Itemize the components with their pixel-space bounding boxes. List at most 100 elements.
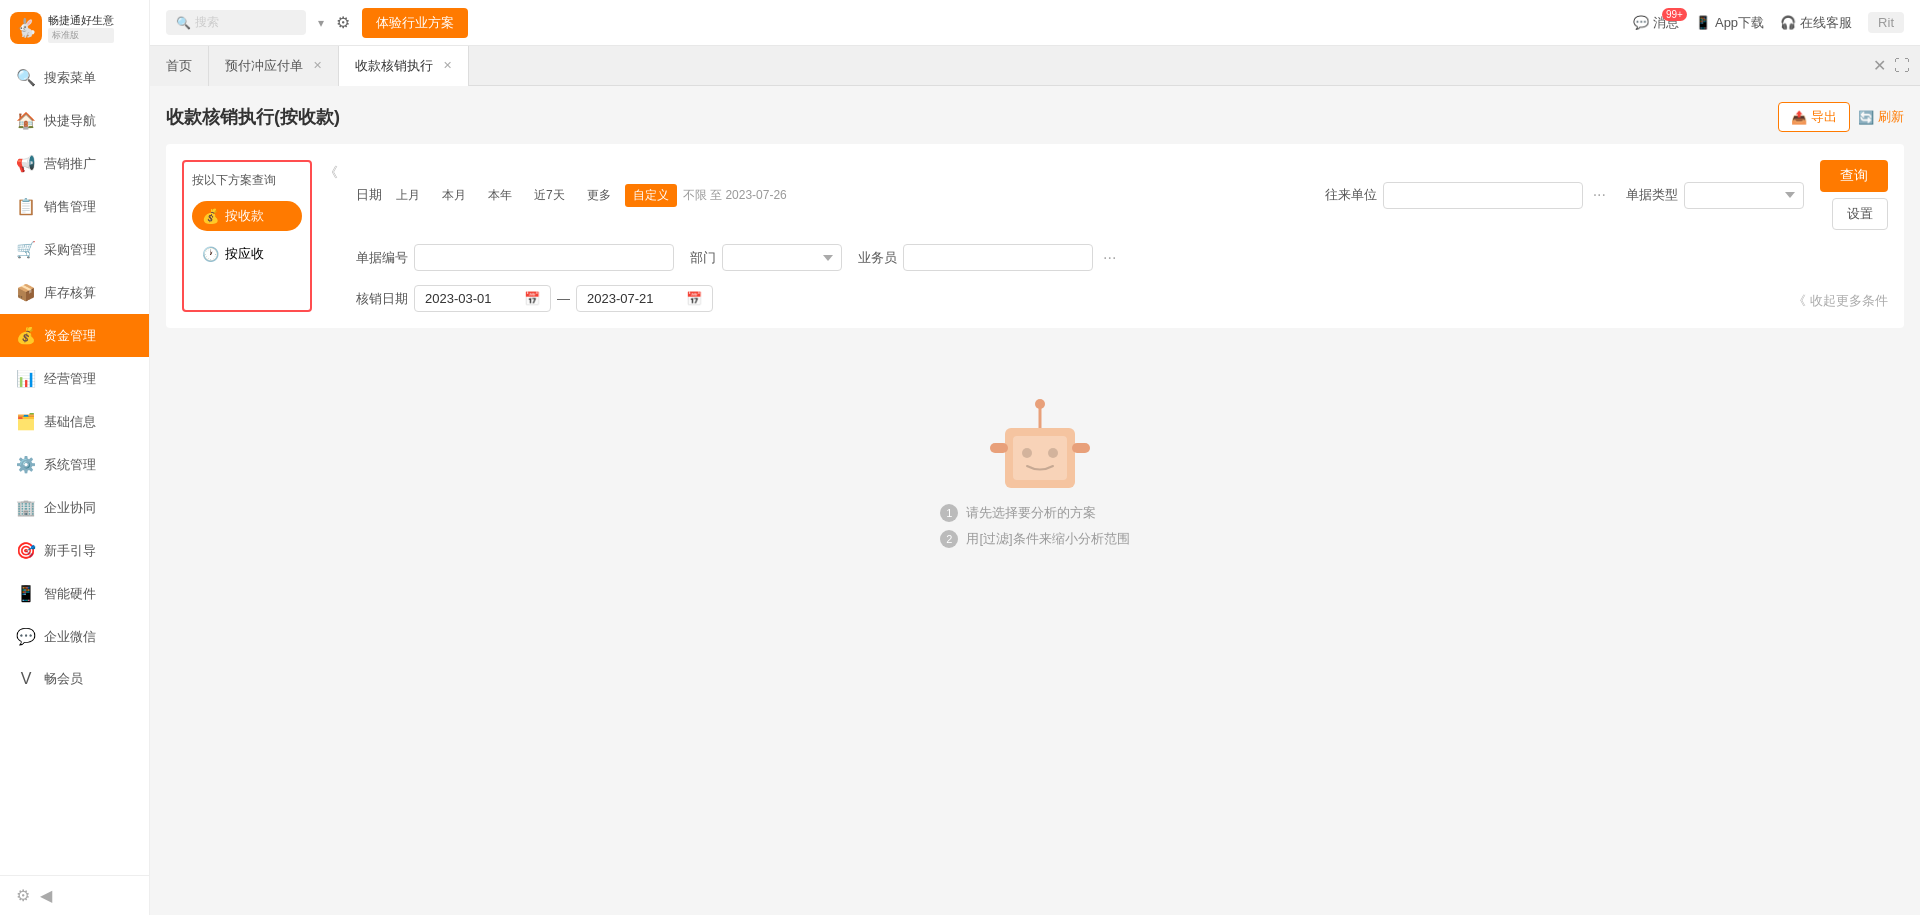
dept-select[interactable] xyxy=(722,244,842,271)
tab-close-all-btn[interactable]: ✕ xyxy=(1873,56,1886,75)
topbar-chevron-icon[interactable]: ▾ xyxy=(318,16,324,30)
sidebar-item-operation[interactable]: 📊 经营管理 xyxy=(0,357,149,400)
page-header: 收款核销执行(按收款) 📤 导出 🔄 刷新 xyxy=(166,102,1904,132)
msg-icon: 💬 xyxy=(1633,15,1649,30)
refresh-icon: 🔄 xyxy=(1858,110,1874,125)
empty-texts: 1 请先选择要分析的方案 2 用[过滤]条件来缩小分析范围 xyxy=(940,504,1129,548)
writeoff-date-label: 核销日期 xyxy=(356,290,408,308)
tab-home[interactable]: 首页 xyxy=(150,46,209,86)
sidebar-label-quicknav: 快捷导航 xyxy=(44,112,96,130)
sidebar-item-marketing[interactable]: 📢 营销推广 xyxy=(0,142,149,185)
date-btn-last-month[interactable]: 上月 xyxy=(388,184,428,207)
writeoff-end-cal-icon[interactable]: 📅 xyxy=(686,291,702,306)
topbar-gear-icon[interactable]: ⚙ xyxy=(336,13,350,32)
writeoff-date-range: 📅 — 📅 xyxy=(414,285,713,312)
sidebar-item-vip[interactable]: V 畅会员 xyxy=(0,658,149,700)
date-no-limit: 不限 至 2023-07-26 xyxy=(683,187,787,204)
sidebar-item-quicknav[interactable]: 🏠 快捷导航 xyxy=(0,99,149,142)
query-btn[interactable]: 查询 xyxy=(1820,160,1888,192)
writeoff-date-start-wrap: 📅 xyxy=(414,285,551,312)
sidebar-item-sales[interactable]: 📋 销售管理 xyxy=(0,185,149,228)
sidebar-item-hardware[interactable]: 📱 智能硬件 xyxy=(0,572,149,615)
billno-input[interactable] xyxy=(414,244,674,271)
marketing-icon: 📢 xyxy=(16,154,36,173)
filter-billtype-group: 单据类型 xyxy=(1626,182,1804,209)
topbar-user[interactable]: Rit xyxy=(1868,12,1904,33)
tab-home-label: 首页 xyxy=(166,57,192,75)
tab-prepay[interactable]: 预付冲应付单 ✕ xyxy=(209,46,339,86)
sidebar-item-finance[interactable]: 💰 资金管理 xyxy=(0,314,149,357)
svg-point-2 xyxy=(1022,448,1032,458)
sidebar-collapse-icon[interactable]: ◀ xyxy=(40,886,52,905)
svg-rect-7 xyxy=(1072,443,1090,453)
empty-hint-2: 2 用[过滤]条件来缩小分析范围 xyxy=(940,530,1129,548)
sidebar-label-sales: 销售管理 xyxy=(44,198,96,216)
export-btn[interactable]: 📤 导出 xyxy=(1778,102,1850,132)
msg-badge: 99+ xyxy=(1662,8,1687,21)
date-btn-this-year[interactable]: 本年 xyxy=(480,184,520,207)
sidebar-item-purchase[interactable]: 🛒 采购管理 xyxy=(0,228,149,271)
main-area: 🔍 搜索 ▾ ⚙ 体验行业方案 💬 消息 99+ 📱 App下载 🎧 在线客服 … xyxy=(150,0,1920,915)
filter-row-2: 单据编号 部门 业务员 ··· xyxy=(356,244,1888,271)
date-btn-custom[interactable]: 自定义 xyxy=(625,184,677,207)
filter-writeoff-date-group: 核销日期 📅 — 📅 xyxy=(356,285,713,312)
sidebar: 🐇 畅捷通好生意 标准版 🔍 搜索菜单 🏠 快捷导航 📢 营销推广 📋 销售管理… xyxy=(0,0,150,915)
sidebar-item-wechat[interactable]: 💬 企业微信 xyxy=(0,615,149,658)
tab-expand-btn[interactable]: ⛶ xyxy=(1894,57,1910,75)
basic-icon: 🗂️ xyxy=(16,412,36,431)
filter-collapse-btn[interactable]: 《 xyxy=(324,160,344,312)
salesperson-more-icon[interactable]: ··· xyxy=(1099,249,1120,267)
sidebar-item-system[interactable]: ⚙️ 系统管理 xyxy=(0,443,149,486)
svg-point-5 xyxy=(1035,399,1045,409)
hardware-icon: 📱 xyxy=(16,584,36,603)
page-actions: 📤 导出 🔄 刷新 xyxy=(1778,102,1904,132)
sidebar-label-purchase: 采购管理 xyxy=(44,241,96,259)
sidebar-footer: ⚙ ◀ xyxy=(0,875,149,915)
counterpart-label: 往来单位 xyxy=(1325,186,1377,204)
topbar-service[interactable]: 🎧 在线客服 xyxy=(1780,14,1852,32)
sidebar-item-enterprise[interactable]: 🏢 企业协同 xyxy=(0,486,149,529)
empty-state: 1 请先选择要分析的方案 2 用[过滤]条件来缩小分析范围 xyxy=(166,328,1904,608)
settings-btn[interactable]: 设置 xyxy=(1832,198,1888,230)
writeoff-date-end-input[interactable] xyxy=(587,291,682,306)
date-btn-more[interactable]: 更多 xyxy=(579,184,619,207)
tab-collection[interactable]: 收款核销执行 ✕ xyxy=(339,46,469,86)
dept-label: 部门 xyxy=(690,249,716,267)
sidebar-label-operation: 经营管理 xyxy=(44,370,96,388)
sidebar-label-guide: 新手引导 xyxy=(44,542,96,560)
refresh-btn[interactable]: 🔄 刷新 xyxy=(1858,102,1904,132)
sidebar-item-search[interactable]: 🔍 搜索菜单 xyxy=(0,56,149,99)
sidebar-settings-icon[interactable]: ⚙ xyxy=(16,886,30,905)
inventory-icon: 📦 xyxy=(16,283,36,302)
topbar-app[interactable]: 📱 App下载 xyxy=(1695,14,1764,32)
filter-counterpart-group: 往来单位 ··· xyxy=(1325,182,1610,209)
billno-label: 单据编号 xyxy=(356,249,408,267)
tab-collection-close-icon[interactable]: ✕ xyxy=(443,59,452,72)
topbar-search[interactable]: 🔍 搜索 xyxy=(166,10,306,35)
sidebar-item-basic[interactable]: 🗂️ 基础信息 xyxy=(0,400,149,443)
sidebar-label-finance: 资金管理 xyxy=(44,327,96,345)
date-shortcuts: 上月 本月 本年 近7天 更多 自定义 xyxy=(388,184,677,207)
sidebar-item-inventory[interactable]: 📦 库存核算 xyxy=(0,271,149,314)
page-content: 收款核销执行(按收款) 📤 导出 🔄 刷新 按以下方案查询 💰 按收款 xyxy=(150,86,1920,915)
salesperson-input[interactable] xyxy=(903,244,1093,271)
writeoff-start-cal-icon[interactable]: 📅 xyxy=(524,291,540,306)
collapse-more-btn[interactable]: 《 收起更多条件 xyxy=(1793,288,1888,310)
topbar-msg[interactable]: 💬 消息 99+ xyxy=(1633,14,1679,32)
empty-illustration xyxy=(985,388,1095,498)
counterpart-input[interactable] xyxy=(1383,182,1583,209)
writeoff-date-start-input[interactable] xyxy=(425,291,520,306)
filter-option-collection[interactable]: 💰 按收款 xyxy=(192,201,302,231)
tab-prepay-label: 预付冲应付单 xyxy=(225,57,303,75)
tabbar: 首页 预付冲应付单 ✕ 收款核销执行 ✕ ✕ ⛶ xyxy=(150,46,1920,86)
sidebar-item-guide[interactable]: 🎯 新手引导 xyxy=(0,529,149,572)
tab-prepay-close-icon[interactable]: ✕ xyxy=(313,59,322,72)
filter-option-receivable[interactable]: 🕐 按应收 xyxy=(192,239,302,269)
counterpart-more-icon[interactable]: ··· xyxy=(1589,186,1610,204)
billtype-select[interactable] xyxy=(1684,182,1804,209)
date-btn-this-month[interactable]: 本月 xyxy=(434,184,474,207)
industry-btn[interactable]: 体验行业方案 xyxy=(362,8,468,38)
date-btn-7days[interactable]: 近7天 xyxy=(526,184,573,207)
collapse-more-label: 收起更多条件 xyxy=(1810,292,1888,310)
sidebar-label-search: 搜索菜单 xyxy=(44,69,96,87)
